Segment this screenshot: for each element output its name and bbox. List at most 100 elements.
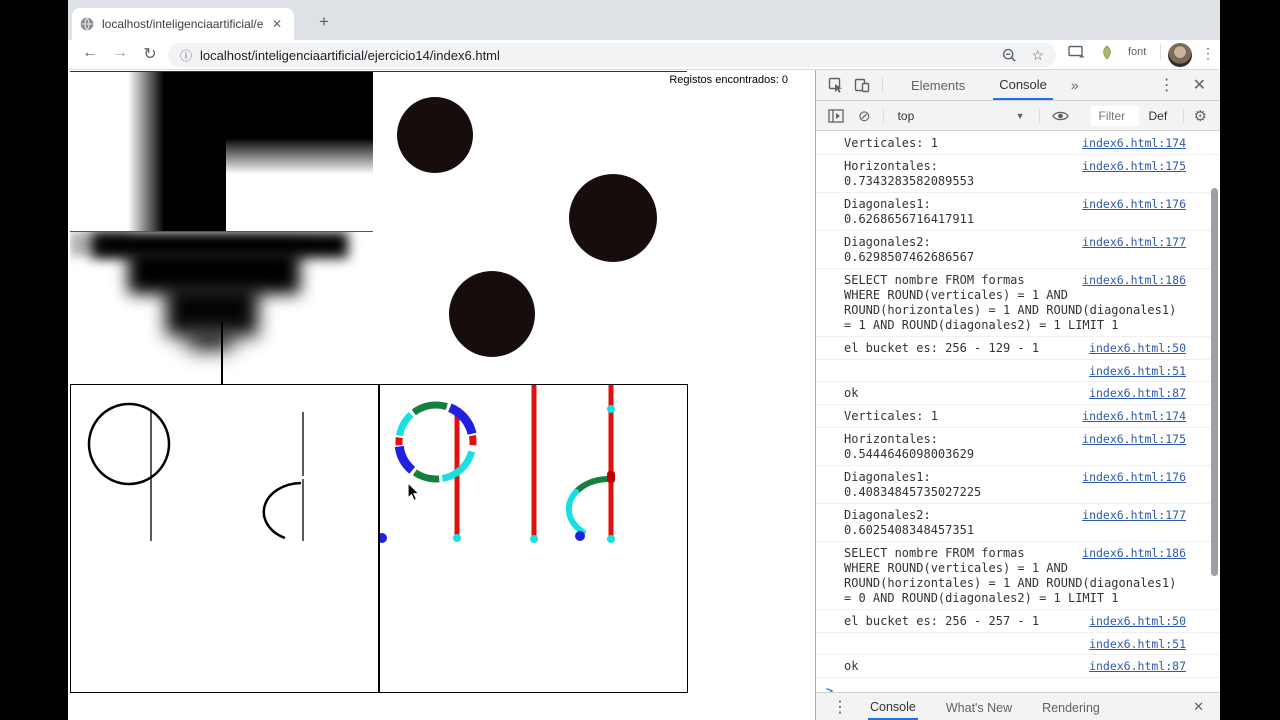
log-levels-dropdown[interactable]: Def: [1149, 109, 1175, 123]
devtools-tab-elements[interactable]: Elements: [905, 71, 971, 99]
drawer-tab-whats-new[interactable]: What's New: [944, 695, 1014, 719]
clear-console-icon[interactable]: ⊘: [858, 107, 871, 125]
console-scrollbar[interactable]: [1211, 188, 1218, 576]
black-circle-blob: [449, 271, 535, 357]
console-source-link[interactable]: index6.html:177: [1082, 508, 1186, 523]
console-source-link[interactable]: index6.html:186: [1082, 546, 1186, 561]
console-message-text: el bucket es: 256 - 257 - 1: [844, 614, 1040, 628]
zoom-out-icon[interactable]: [1002, 48, 1017, 63]
forward-button[interactable]: →: [108, 44, 132, 62]
console-message-text: Diagonales2: 0.6025408348457351: [844, 508, 975, 537]
console-sidebar-icon[interactable]: [828, 108, 844, 123]
console-row: index6.html:177 Diagonales2: 0.6025408348…: [816, 504, 1220, 542]
console-row: index6.html:50 el bucket es: 256 - 129 - …: [816, 337, 1220, 360]
console-source-link[interactable]: index6.html:176: [1082, 197, 1186, 212]
device-toolbar-icon[interactable]: [854, 77, 870, 93]
devtools-drawer-bar: ⋮ Console What's New Rendering ✕: [816, 692, 1220, 720]
console-row: index6.html:174 Verticales: 1: [816, 132, 1220, 155]
toolbar-divider: [1160, 44, 1162, 60]
console-message-text: Horizontales: 0.7343283582089553: [844, 159, 975, 188]
console-row: index6.html:186 SELECT nombre FROM formas…: [816, 542, 1220, 610]
devtools-tab-console[interactable]: Console: [993, 70, 1053, 100]
console-source-link[interactable]: index6.html:174: [1082, 409, 1186, 424]
sketch-canvas[interactable]: [70, 384, 379, 693]
sketch-circle: [87, 402, 171, 486]
devtools-tabbar: Elements Console » ⋮ ✕: [816, 70, 1220, 101]
tab-strip: localhost/inteligenciaartificial/e ✕ +: [68, 0, 1220, 40]
console-message-text: Diagonales1: 0.40834845735027225: [844, 470, 982, 499]
console-message-text: ok: [844, 659, 859, 673]
console-row: index6.html:176 Diagonales1: 0.6268656716…: [816, 193, 1220, 231]
console-log-area[interactable]: index6.html:174 Verticales: 1 index6.html:…: [816, 132, 1220, 692]
console-row: index6.html:174 Verticales: 1: [816, 405, 1220, 428]
page-viewport: Registos encontrados: 0: [68, 70, 815, 720]
console-source-link[interactable]: index6.html:186: [1082, 273, 1186, 288]
tab-close-icon[interactable]: ✕: [272, 17, 282, 31]
font-extension-button[interactable]: font: [1128, 46, 1146, 58]
console-source-link[interactable]: index6.html:175: [1082, 432, 1186, 447]
console-source-link[interactable]: index6.html:174: [1082, 136, 1186, 151]
console-row: index6.html:176 Diagonales1: 0.4083484573…: [816, 466, 1220, 504]
bookmark-star-icon[interactable]: ☆: [1031, 47, 1044, 64]
cast-extension-icon[interactable]: [1068, 45, 1086, 59]
records-found-label: Registos encontrados: 0: [669, 74, 788, 86]
globe-favicon-icon: [80, 17, 94, 31]
context-selector[interactable]: top: [898, 109, 1016, 123]
console-row: index6.html:175 Horizontales: 0.544464609…: [816, 428, 1220, 466]
endpoint-dot-cyan: [530, 535, 538, 543]
detection-canvas[interactable]: [379, 384, 688, 693]
browser-menu-icon[interactable]: ⋮: [1196, 45, 1220, 62]
segmented-circle: [394, 400, 478, 484]
console-message-text: Verticales: 1: [844, 409, 938, 423]
console-message-text: Diagonales1: 0.6268656716417911: [844, 197, 975, 226]
endpoint-dot-blue: [380, 533, 387, 543]
console-source-link[interactable]: index6.html:176: [1082, 470, 1186, 485]
back-button[interactable]: ←: [78, 44, 102, 62]
console-toolbar: ⊘ top ▼ Filter Def ⚙: [816, 101, 1220, 131]
leaf-extension-icon[interactable]: [1100, 44, 1114, 60]
console-source-link[interactable]: index6.html:51: [1089, 364, 1186, 379]
endpoint-dot-cyan: [607, 535, 615, 543]
console-row: index6.html:87 ok: [816, 382, 1220, 405]
new-tab-button[interactable]: +: [312, 12, 336, 32]
console-message-list: index6.html:174 Verticales: 1 index6.html:…: [816, 132, 1220, 678]
black-circle-blob: [569, 174, 657, 262]
console-source-link[interactable]: index6.html:50: [1089, 341, 1186, 356]
more-tabs-icon[interactable]: »: [1071, 77, 1079, 93]
endpoint-dot-cyan: [607, 405, 615, 413]
console-row: index6.html:50 el bucket es: 256 - 257 - …: [816, 610, 1220, 633]
url-text[interactable]: localhost/inteligenciaartificial/ejercic…: [200, 48, 1002, 63]
console-source-link[interactable]: index6.html:87: [1089, 659, 1186, 674]
console-prompt-icon[interactable]: >: [826, 684, 833, 692]
console-row: index6.html:177 Diagonales2: 0.6298507462…: [816, 231, 1220, 269]
filter-input[interactable]: Filter: [1090, 105, 1139, 126]
inspect-element-icon[interactable]: [828, 77, 844, 93]
browser-tab[interactable]: localhost/inteligenciaartificial/e ✕: [72, 8, 294, 40]
drawer-menu-icon[interactable]: ⋮: [832, 697, 848, 717]
context-caret-icon[interactable]: ▼: [1016, 111, 1025, 121]
devtools-close-icon[interactable]: ✕: [1193, 75, 1206, 95]
address-bar[interactable]: ⓘ localhost/inteligenciaartificial/ejerc…: [168, 43, 1056, 67]
browser-window: localhost/inteligenciaartificial/e ✕ + ←…: [68, 0, 1220, 720]
console-source-link[interactable]: index6.html:87: [1089, 386, 1186, 401]
console-row: index6.html:175 Horizontales: 0.734328358…: [816, 155, 1220, 193]
devtools-menu-icon[interactable]: ⋮: [1159, 75, 1175, 95]
reload-button[interactable]: ↻: [138, 44, 162, 64]
drawer-close-icon[interactable]: ✕: [1193, 699, 1204, 715]
endpoint-dot-blue: [575, 531, 585, 541]
console-source-link[interactable]: index6.html:50: [1089, 614, 1186, 629]
console-source-link[interactable]: index6.html:175: [1082, 159, 1186, 174]
console-message-text: el bucket es: 256 - 129 - 1: [844, 341, 1040, 355]
mouse-cursor-icon: [407, 482, 421, 502]
console-source-link[interactable]: index6.html:51: [1089, 637, 1186, 652]
console-row: index6.html:186 SELECT nombre FROM formas…: [816, 269, 1220, 337]
drawer-tab-console[interactable]: Console: [868, 694, 918, 720]
settings-gear-icon[interactable]: ⚙: [1194, 107, 1207, 125]
profile-avatar[interactable]: [1168, 43, 1192, 67]
blurred-shape-image: [70, 72, 373, 384]
drawer-tab-rendering[interactable]: Rendering: [1040, 695, 1102, 719]
page-info-icon[interactable]: ⓘ: [180, 47, 192, 64]
console-source-link[interactable]: index6.html:177: [1082, 235, 1186, 250]
eye-icon[interactable]: [1051, 110, 1069, 122]
console-row: index6.html:51: [816, 360, 1220, 382]
